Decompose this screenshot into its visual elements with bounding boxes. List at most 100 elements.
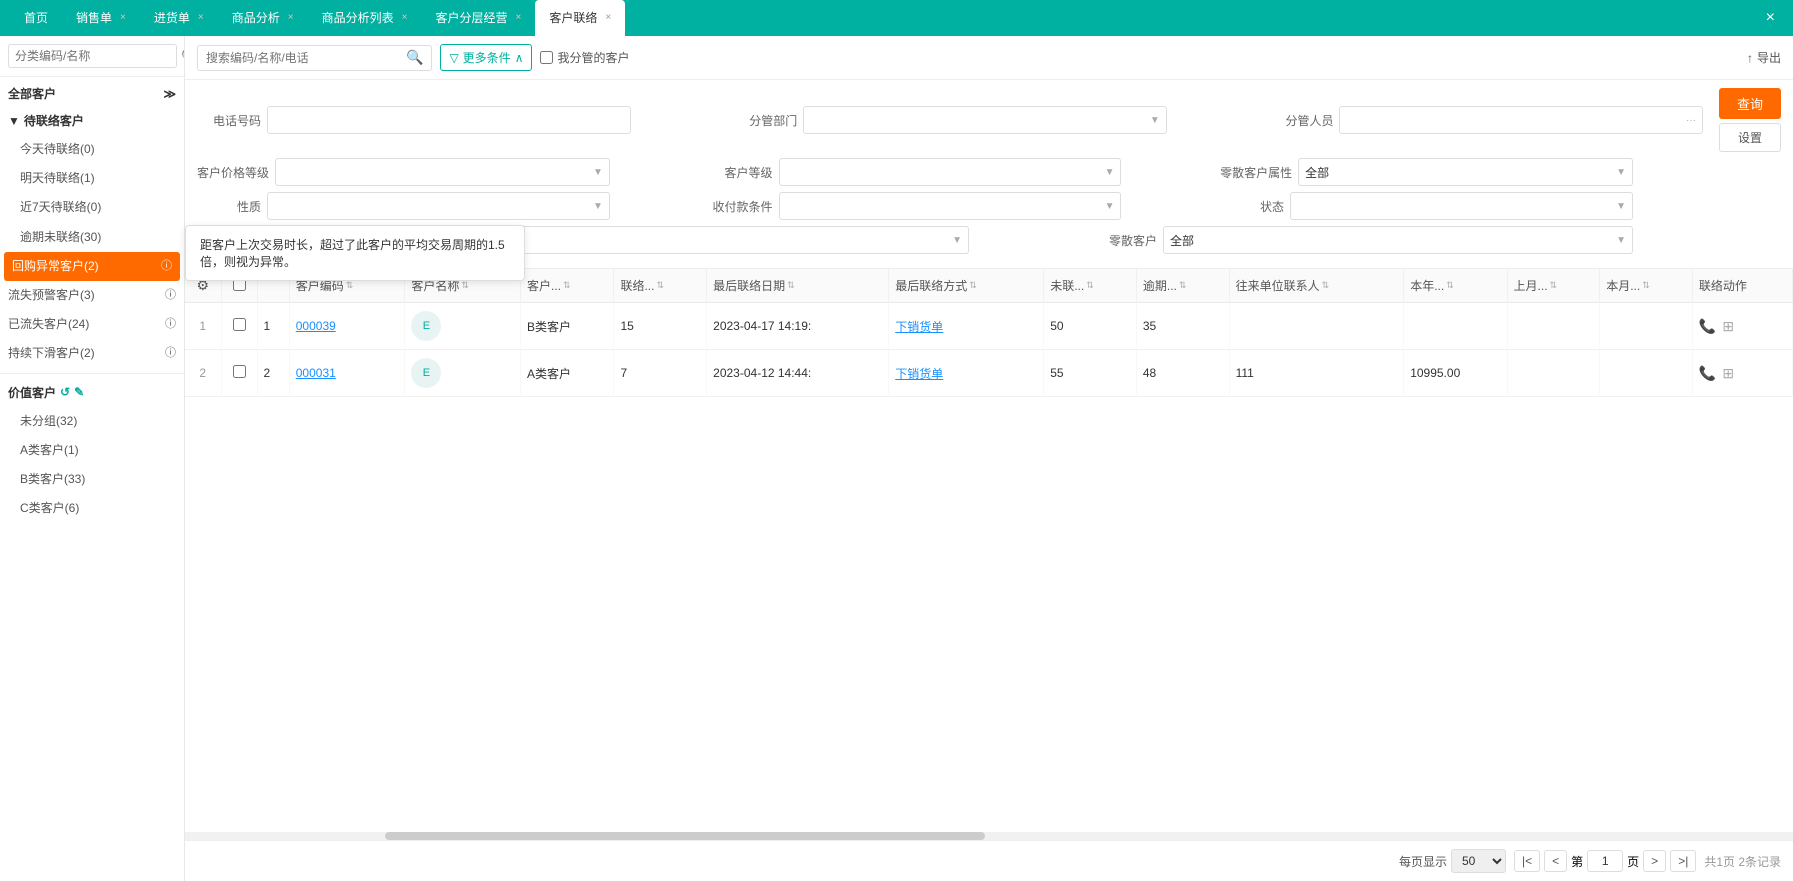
row1-phone-icon[interactable]: 📞: [1699, 318, 1716, 335]
sidebar-item-tomorrow-pending[interactable]: 明天待联络(1): [0, 164, 184, 193]
my-customer-checkbox[interactable]: [540, 51, 553, 64]
all-customers-header[interactable]: 全部客户 ≫: [0, 77, 184, 106]
close-tab-product-analysis-icon[interactable]: ×: [288, 0, 294, 36]
dept-select[interactable]: ▼: [803, 106, 1167, 134]
refresh-icon[interactable]: ↺: [60, 385, 70, 399]
sort-overdue-icon[interactable]: ⇅: [1179, 280, 1187, 291]
col-overdue-header[interactable]: 逾期... ⇅: [1136, 269, 1229, 303]
gender-select[interactable]: ▼: [267, 192, 610, 220]
col-last-way-header[interactable]: 最后联络方式 ⇅: [889, 269, 1044, 303]
price-level-select[interactable]: ▼: [275, 158, 610, 186]
page-number-input[interactable]: [1587, 850, 1623, 872]
search-input[interactable]: [198, 46, 398, 70]
tab-sales-order[interactable]: 销售单 ×: [62, 0, 140, 36]
sort-contact-icon[interactable]: ⇅: [656, 280, 664, 291]
tab-customer-contact[interactable]: 客户联络 ×: [535, 0, 625, 36]
row2-checkbox[interactable]: [221, 350, 257, 397]
filter-actions: 查询 设置: [1719, 88, 1781, 152]
payment-select[interactable]: ▼: [779, 192, 1122, 220]
close-tab-customer-contact-icon[interactable]: ×: [605, 0, 611, 36]
info-icon-loss-warning: ⓘ: [165, 287, 176, 305]
col-last-month-header[interactable]: 上月... ⇅: [1507, 269, 1600, 303]
close-tab-product-list-icon[interactable]: ×: [402, 0, 408, 36]
customer-level-select[interactable]: ▼: [779, 158, 1122, 186]
arrow-down-icon: ▼: [8, 114, 20, 128]
next-page-button[interactable]: >: [1643, 850, 1666, 872]
row2-grid-icon[interactable]: ⊞: [1722, 365, 1734, 382]
edit-icon[interactable]: ✎: [74, 385, 84, 399]
col-this-month-header[interactable]: 本月... ⇅: [1600, 269, 1693, 303]
row2-phone-icon[interactable]: 📞: [1699, 365, 1716, 382]
close-tab-purchase-icon[interactable]: ×: [198, 0, 204, 36]
settings-button[interactable]: 设置: [1719, 123, 1781, 152]
more-conditions-button[interactable]: ▽ 更多条件 ∧: [440, 44, 532, 71]
window-close-button[interactable]: ×: [1758, 9, 1783, 27]
row2-select-checkbox[interactable]: [233, 365, 246, 378]
tab-purchase-order[interactable]: 进货单 ×: [140, 0, 218, 36]
col-contact-header[interactable]: 联络... ⇅: [614, 269, 707, 303]
sort-this-month-icon[interactable]: ⇅: [1642, 280, 1650, 291]
sidebar-search-input[interactable]: [8, 44, 177, 68]
customer-type-select[interactable]: ▼: [499, 226, 969, 254]
prev-page-button[interactable]: <: [1544, 850, 1567, 872]
my-customer-checkbox-wrap[interactable]: 我分管的客户: [540, 49, 629, 66]
sidebar-item-today-pending[interactable]: 今天待联络(0): [0, 135, 184, 164]
sort-not-contact-icon[interactable]: ⇅: [1086, 280, 1094, 291]
h-scroll-thumb[interactable]: [385, 832, 985, 840]
retail-customer-select[interactable]: 全部 ▼: [1163, 226, 1633, 254]
sort-last-month-icon[interactable]: ⇅: [1550, 280, 1558, 291]
col-not-contact-header[interactable]: 未联... ⇅: [1044, 269, 1137, 303]
filter-payment: 收付款条件 ▼: [709, 192, 1122, 220]
col-last-date-header[interactable]: 最后联络日期 ⇅: [707, 269, 889, 303]
row2-code[interactable]: 000031: [289, 350, 405, 397]
close-tab-sales-icon[interactable]: ×: [120, 0, 126, 36]
sidebar-item-abnormal-repurchase[interactable]: 回购异常客户(2) ⓘ: [4, 252, 180, 281]
tab-product-analysis-list[interactable]: 商品分析列表 ×: [308, 0, 422, 36]
retail-attr-select[interactable]: 全部 ▼: [1298, 158, 1633, 186]
first-page-button[interactable]: |<: [1514, 850, 1540, 872]
sidebar-item-declining-customers[interactable]: 持续下滑客户(2) ⓘ: [0, 339, 184, 368]
close-tab-customer-tier-icon[interactable]: ×: [515, 0, 521, 36]
sidebar-item-class-c[interactable]: C类客户(6): [0, 494, 184, 523]
status-select[interactable]: ▼: [1290, 192, 1633, 220]
sort-unit-icon[interactable]: ⇅: [1322, 280, 1330, 291]
data-table-wrap: ⚙ 客户编码 ⇅: [185, 269, 1793, 832]
sort-type-icon[interactable]: ⇅: [563, 280, 571, 291]
sidebar-item-class-b[interactable]: B类客户(33): [0, 465, 184, 494]
sort-date-icon[interactable]: ⇅: [787, 280, 795, 291]
sort-way-icon[interactable]: ⇅: [969, 280, 977, 291]
export-button[interactable]: ↑ 导出: [1747, 49, 1781, 66]
last-page-button[interactable]: >|: [1670, 850, 1696, 872]
query-button[interactable]: 查询: [1719, 88, 1781, 119]
row1-select-checkbox[interactable]: [233, 318, 246, 331]
row1-code[interactable]: 000039: [289, 303, 405, 350]
col-this-year-header[interactable]: 本年... ⇅: [1404, 269, 1507, 303]
row2-last-way[interactable]: 下销货单: [889, 350, 1044, 397]
collapse-sidebar-icon[interactable]: ≫: [163, 87, 176, 101]
phone-input[interactable]: [267, 106, 631, 134]
col-type-header[interactable]: 客户... ⇅: [521, 269, 614, 303]
search-icon[interactable]: 🔍: [398, 49, 431, 66]
row1-checkbox[interactable]: [221, 303, 257, 350]
manager-select[interactable]: ···: [1339, 106, 1703, 134]
row1-last-way[interactable]: 下销货单: [889, 303, 1044, 350]
sidebar-item-7days-pending[interactable]: 近7天待联络(0): [0, 193, 184, 222]
sidebar-item-unclassified[interactable]: 未分组(32): [0, 407, 184, 436]
sidebar-item-lost-customers[interactable]: 已流失客户(24) ⓘ: [0, 310, 184, 339]
search-input-wrap: 🔍: [197, 45, 432, 71]
sidebar-item-class-a[interactable]: A类客户(1): [0, 436, 184, 465]
sidebar-item-loss-warning[interactable]: 流失预警客户(3) ⓘ: [0, 281, 184, 310]
sidebar-item-overdue-contact[interactable]: 逾期未联络(30): [0, 223, 184, 252]
sort-code-icon[interactable]: ⇅: [346, 280, 354, 291]
tab-customer-tier[interactable]: 客户分层经营 ×: [421, 0, 535, 36]
row1-grid-icon[interactable]: ⊞: [1722, 318, 1734, 335]
tab-product-analysis[interactable]: 商品分析 ×: [218, 0, 308, 36]
pending-contact-group[interactable]: ▼ 待联络客户: [0, 106, 184, 135]
per-page-select[interactable]: 50 20 100: [1451, 849, 1506, 873]
horizontal-scrollbar[interactable]: [185, 832, 1793, 840]
tab-home[interactable]: 首页: [10, 0, 62, 36]
sort-name-icon[interactable]: ⇅: [461, 280, 469, 291]
sort-year-icon[interactable]: ⇅: [1446, 280, 1454, 291]
row1-this-year: [1404, 303, 1507, 350]
col-unit-contact-header[interactable]: 往来单位联系人 ⇅: [1229, 269, 1404, 303]
